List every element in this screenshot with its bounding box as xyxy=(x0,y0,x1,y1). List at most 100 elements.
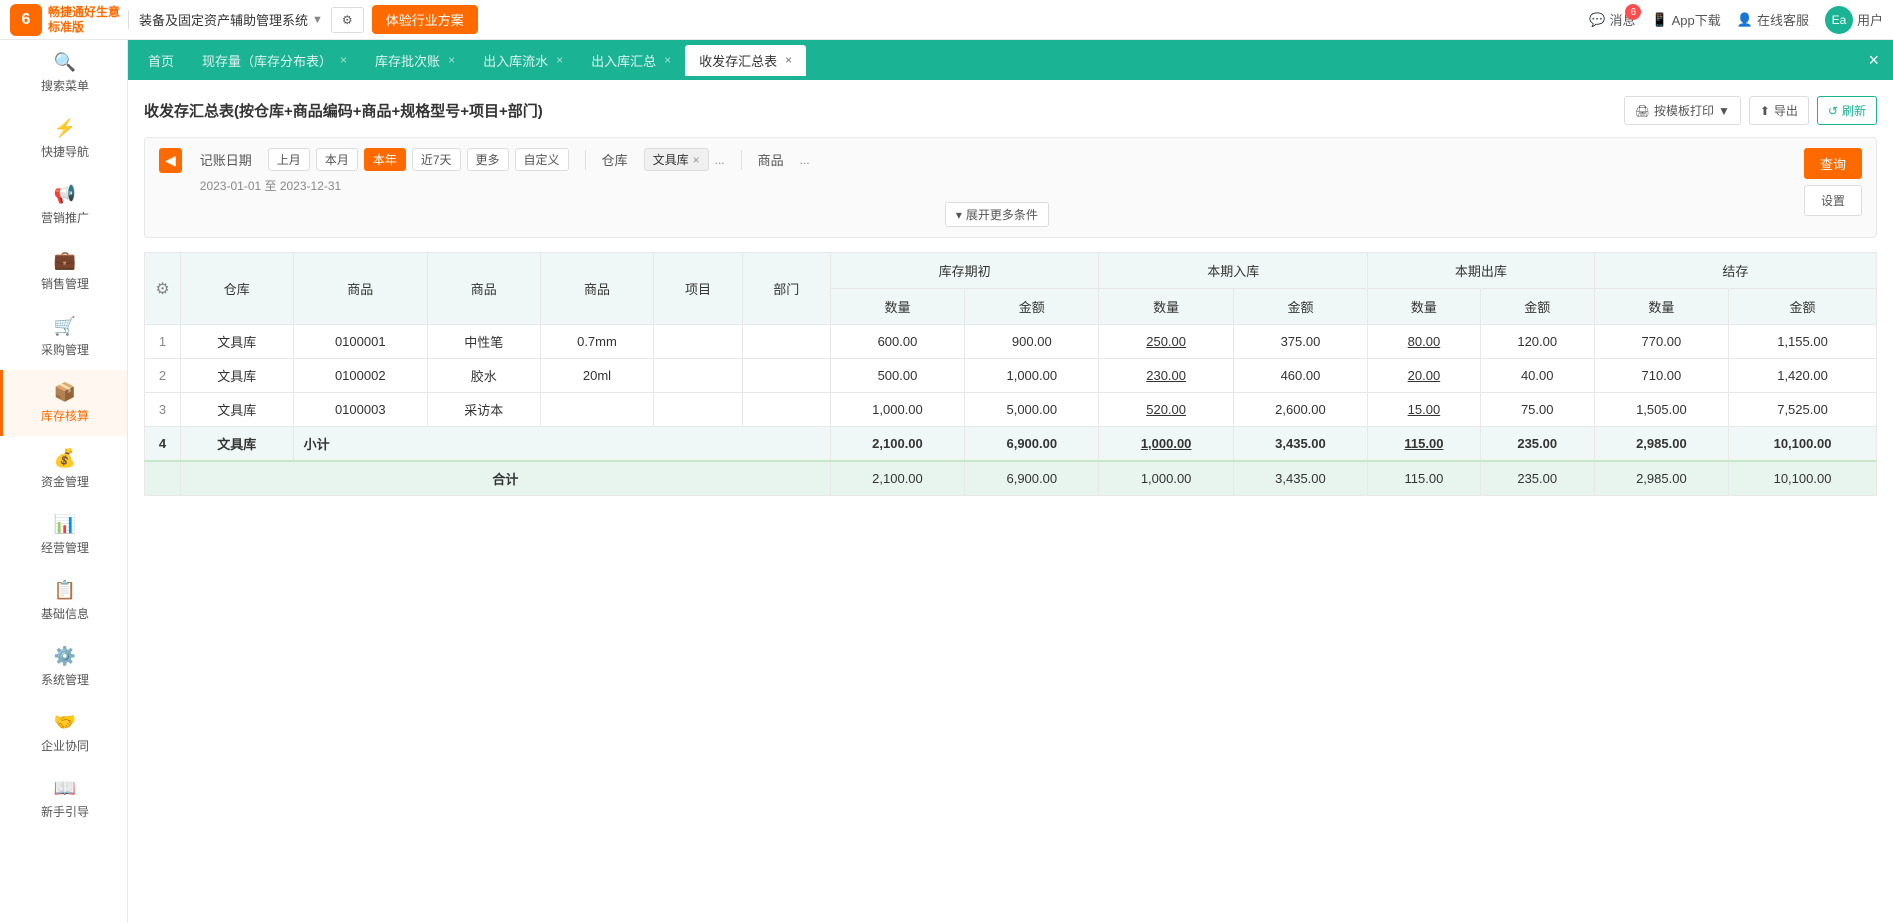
tab-inout-flow[interactable]: 出入库流水 × xyxy=(469,45,577,76)
total-closing-qty: 2,985.00 xyxy=(1594,461,1728,496)
row-out-amt: 75.00 xyxy=(1480,393,1594,427)
row-closing-amt: 7,525.00 xyxy=(1729,393,1877,427)
user-item[interactable]: Ea 用户 xyxy=(1825,6,1883,34)
row-in-qty[interactable]: 250.00 xyxy=(1099,325,1233,359)
sidebar-item-purchase[interactable]: 🛒 采购管理 xyxy=(0,304,127,370)
tab-close-icon[interactable]: × xyxy=(448,53,455,67)
row-opening-qty: 500.00 xyxy=(830,359,964,393)
filter-toggle-btn[interactable]: ◀ xyxy=(159,148,182,173)
sidebar-item-search[interactable]: 🔍 搜索菜单 xyxy=(0,40,127,106)
message-badge: 6 xyxy=(1625,4,1641,20)
print-button[interactable]: 🖨 按模板打印 ▼ xyxy=(1624,96,1741,125)
sidebar-item-operations[interactable]: 📊 经营管理 xyxy=(0,502,127,568)
row-closing-qty: 770.00 xyxy=(1594,325,1728,359)
page-header: 收发存汇总表(按仓库+商品编码+商品+规格型号+项目+部门) 🖨 按模板打印 ▼… xyxy=(144,96,1877,125)
date-btn-this-month[interactable]: 本月 xyxy=(316,148,358,171)
row-spec: 0.7mm xyxy=(540,325,654,359)
tab-close-icon[interactable]: × xyxy=(785,53,792,67)
experience-button[interactable]: 体验行业方案 xyxy=(372,5,478,34)
row-project xyxy=(654,393,742,427)
warehouse-tag-close[interactable]: × xyxy=(693,153,700,167)
row-out-qty[interactable]: 20.00 xyxy=(1368,359,1481,393)
gear-settings-btn[interactable]: ⚙ xyxy=(331,7,364,33)
export-button[interactable]: ⬆ 导出 xyxy=(1749,96,1809,125)
sidebar-item-basic[interactable]: 📋 基础信息 xyxy=(0,568,127,634)
tab-close-icon[interactable]: × xyxy=(556,53,563,67)
row-num: 2 xyxy=(145,359,181,393)
expand-filter-btn[interactable]: ▾ 展开更多条件 xyxy=(945,202,1049,227)
date-range-text: 2023-01-01 至 2023-12-31 xyxy=(200,179,341,193)
date-btn-custom[interactable]: 自定义 xyxy=(515,148,569,171)
expand-icon: ▾ xyxy=(956,208,962,222)
filter-settings-btn[interactable]: 设置 xyxy=(1804,185,1862,216)
col-spec-header: 商品 xyxy=(540,253,654,325)
sidebar-item-sales[interactable]: 💼 销售管理 xyxy=(0,238,127,304)
warehouse-more[interactable]: ... xyxy=(715,153,725,167)
total-in-amt: 3,435.00 xyxy=(1233,461,1367,496)
selector-arrow-icon: ▼ xyxy=(312,14,323,26)
row-num: 1 xyxy=(145,325,181,359)
row-closing-qty: 1,505.00 xyxy=(1594,393,1728,427)
subtotal-out-qty[interactable]: 115.00 xyxy=(1368,427,1481,462)
date-btn-last-month[interactable]: 上月 xyxy=(268,148,310,171)
tab-home[interactable]: 首页 xyxy=(134,45,188,76)
system-selector[interactable]: 装备及固定资产辅助管理系统 ▼ xyxy=(128,10,323,29)
sidebar-item-marketing[interactable]: 📢 营销推广 xyxy=(0,172,127,238)
subtotal-opening-amt: 6,900.00 xyxy=(965,427,1099,462)
logo-area: 6 畅捷通好生意 标准版 xyxy=(10,4,120,36)
row-out-qty[interactable]: 15.00 xyxy=(1368,393,1481,427)
row-name: 采访本 xyxy=(427,393,540,427)
row-in-qty[interactable]: 520.00 xyxy=(1099,393,1233,427)
product-more[interactable]: ... xyxy=(800,153,810,167)
sidebar-item-finance[interactable]: 💰 资金管理 xyxy=(0,436,127,502)
sidebar-item-label: 快捷导航 xyxy=(41,143,89,160)
filter-group: ◀ 记账日期 上月 本月 本年 近7天 更多 自定义 xyxy=(159,148,1862,227)
basic-icon: 📋 xyxy=(54,580,76,601)
tab-receipt-summary[interactable]: 收发存汇总表 × xyxy=(685,45,806,76)
date-btn-more[interactable]: 更多 xyxy=(467,148,509,171)
tab-inventory-dist[interactable]: 现存量（库存分布表） × xyxy=(188,45,361,76)
row-dept xyxy=(742,325,830,359)
col-closing-amt: 金额 xyxy=(1729,289,1877,325)
sidebar-item-system[interactable]: ⚙️ 系统管理 xyxy=(0,634,127,700)
row-name: 中性笔 xyxy=(427,325,540,359)
row-dept xyxy=(742,359,830,393)
sidebar-item-label: 资金管理 xyxy=(41,473,89,490)
filter-divider xyxy=(585,150,586,170)
sidebar-item-collab[interactable]: 🤝 企业协同 xyxy=(0,700,127,766)
online-service-label: 在线客服 xyxy=(1757,10,1809,29)
refresh-button[interactable]: ↺ 刷新 xyxy=(1817,96,1877,125)
chevron-down-icon: ▼ xyxy=(1718,104,1730,118)
row-in-qty[interactable]: 230.00 xyxy=(1099,359,1233,393)
date-btn-this-year[interactable]: 本年 xyxy=(364,148,406,171)
query-button[interactable]: 查询 xyxy=(1804,148,1862,179)
col-opening-qty: 数量 xyxy=(830,289,964,325)
tab-close-icon[interactable]: × xyxy=(340,53,347,67)
total-opening-qty: 2,100.00 xyxy=(830,461,964,496)
message-item[interactable]: 💬 消息 6 xyxy=(1589,10,1635,29)
subtotal-warehouse: 文具库 xyxy=(181,427,294,462)
tab-bar-close-btn[interactable]: × xyxy=(1860,50,1887,71)
row-closing-amt: 1,155.00 xyxy=(1729,325,1877,359)
tab-bar: 首页 现存量（库存分布表） × 库存批次账 × 出入库流水 × 出入库汇总 × xyxy=(128,40,1893,80)
tab-batch[interactable]: 库存批次账 × xyxy=(361,45,469,76)
sidebar-item-quick[interactable]: ⚡ 快捷导航 xyxy=(0,106,127,172)
row-code: 0100002 xyxy=(293,359,427,393)
col-out-amt: 金额 xyxy=(1480,289,1594,325)
sidebar-item-guide[interactable]: 📖 新手引导 xyxy=(0,766,127,832)
subtotal-in-qty[interactable]: 1,000.00 xyxy=(1099,427,1233,462)
quick-icon: ⚡ xyxy=(54,118,76,139)
subtotal-closing-qty: 2,985.00 xyxy=(1594,427,1728,462)
sidebar-item-inventory[interactable]: 📦 库存核算 xyxy=(0,370,127,436)
tab-label: 出入库汇总 xyxy=(591,51,656,70)
table-settings-icon[interactable]: ⚙ xyxy=(155,281,169,298)
row-out-qty[interactable]: 80.00 xyxy=(1368,325,1481,359)
date-btn-7days[interactable]: 近7天 xyxy=(412,148,461,171)
tab-close-icon[interactable]: × xyxy=(664,53,671,67)
tab-inout-summary[interactable]: 出入库汇总 × xyxy=(577,45,685,76)
app-download-label: App下载 xyxy=(1672,10,1721,29)
subtotal-label: 小计 xyxy=(293,427,830,462)
user-label: 用户 xyxy=(1857,10,1883,29)
online-service-item[interactable]: 👤 在线客服 xyxy=(1737,10,1809,29)
app-download-item[interactable]: 📱 App下载 xyxy=(1651,10,1720,29)
